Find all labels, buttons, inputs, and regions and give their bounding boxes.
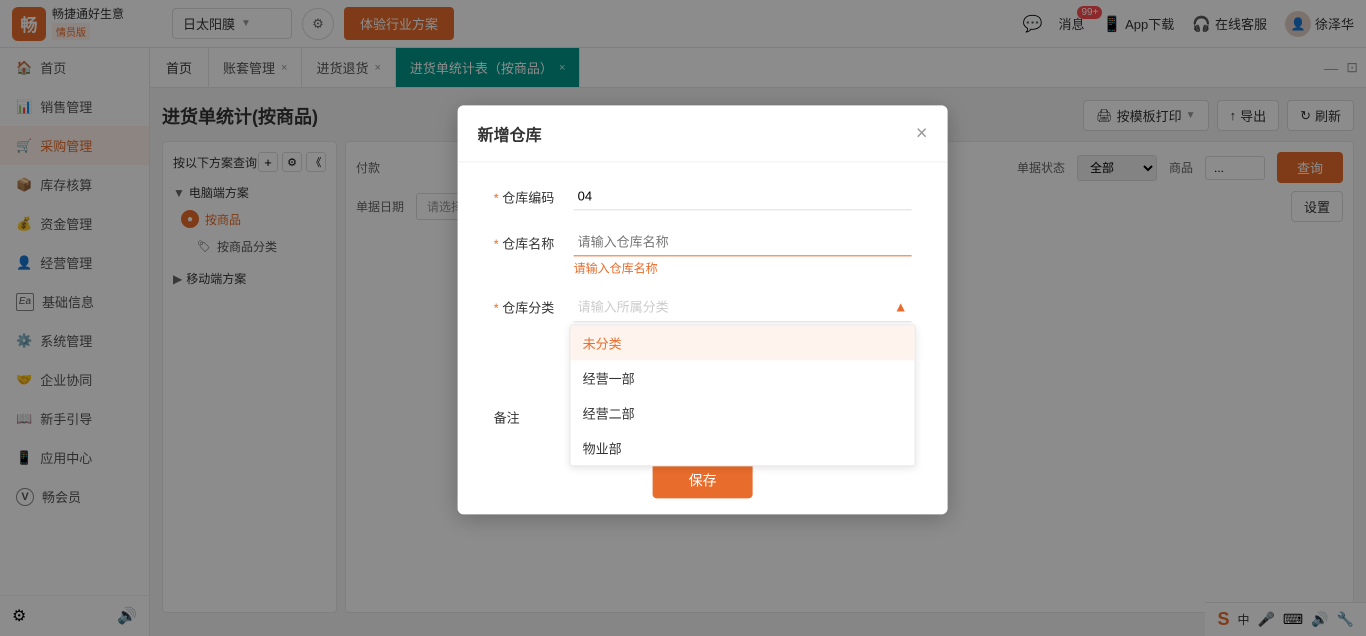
modal-title: 新增仓库	[478, 121, 542, 145]
code-input[interactable]	[574, 182, 912, 210]
category-option-property[interactable]: 物业部	[571, 430, 915, 465]
category-required: *	[494, 300, 499, 315]
category-option-dept2[interactable]: 经营二部	[571, 395, 915, 430]
name-error-msg: 请输入仓库名称	[574, 259, 912, 276]
category-dropdown-list: 未分类 经营一部 经营二部 物业部	[570, 324, 916, 466]
name-label: * 仓库名称	[494, 233, 566, 252]
code-form-row: * 仓库编码	[494, 182, 912, 210]
category-option-unclassified[interactable]: 未分类	[571, 325, 915, 360]
category-label: * 仓库分类	[494, 297, 566, 316]
code-label: * 仓库编码	[494, 187, 566, 206]
name-form-row: * 仓库名称 请输入仓库名称	[494, 228, 912, 276]
category-form-row: * 仓库分类 请输入所属分类 ▲ 未分类 经营一部	[494, 290, 912, 322]
modal-close-button[interactable]: ×	[916, 123, 928, 143]
category-trigger[interactable]: 请输入所属分类 ▲	[574, 290, 912, 322]
save-button[interactable]: 保存	[653, 462, 753, 498]
category-placeholder: 请输入所属分类	[578, 296, 669, 315]
new-warehouse-modal: 新增仓库 × * 仓库编码 * 仓库名称 请输入仓库名称	[458, 105, 948, 514]
modal-header: 新增仓库 ×	[458, 105, 948, 162]
code-required: *	[494, 190, 499, 205]
name-required: *	[494, 236, 499, 251]
category-option-dept1[interactable]: 经营一部	[571, 360, 915, 395]
name-input[interactable]	[574, 228, 912, 256]
remark-label: 备注	[494, 407, 566, 426]
category-dropdown-wrap: 请输入所属分类 ▲ 未分类 经营一部 经营二部	[574, 290, 912, 322]
modal-body: * 仓库编码 * 仓库名称 请输入仓库名称 * 仓库分类	[458, 162, 948, 454]
chevron-up-icon: ▲	[894, 298, 908, 314]
